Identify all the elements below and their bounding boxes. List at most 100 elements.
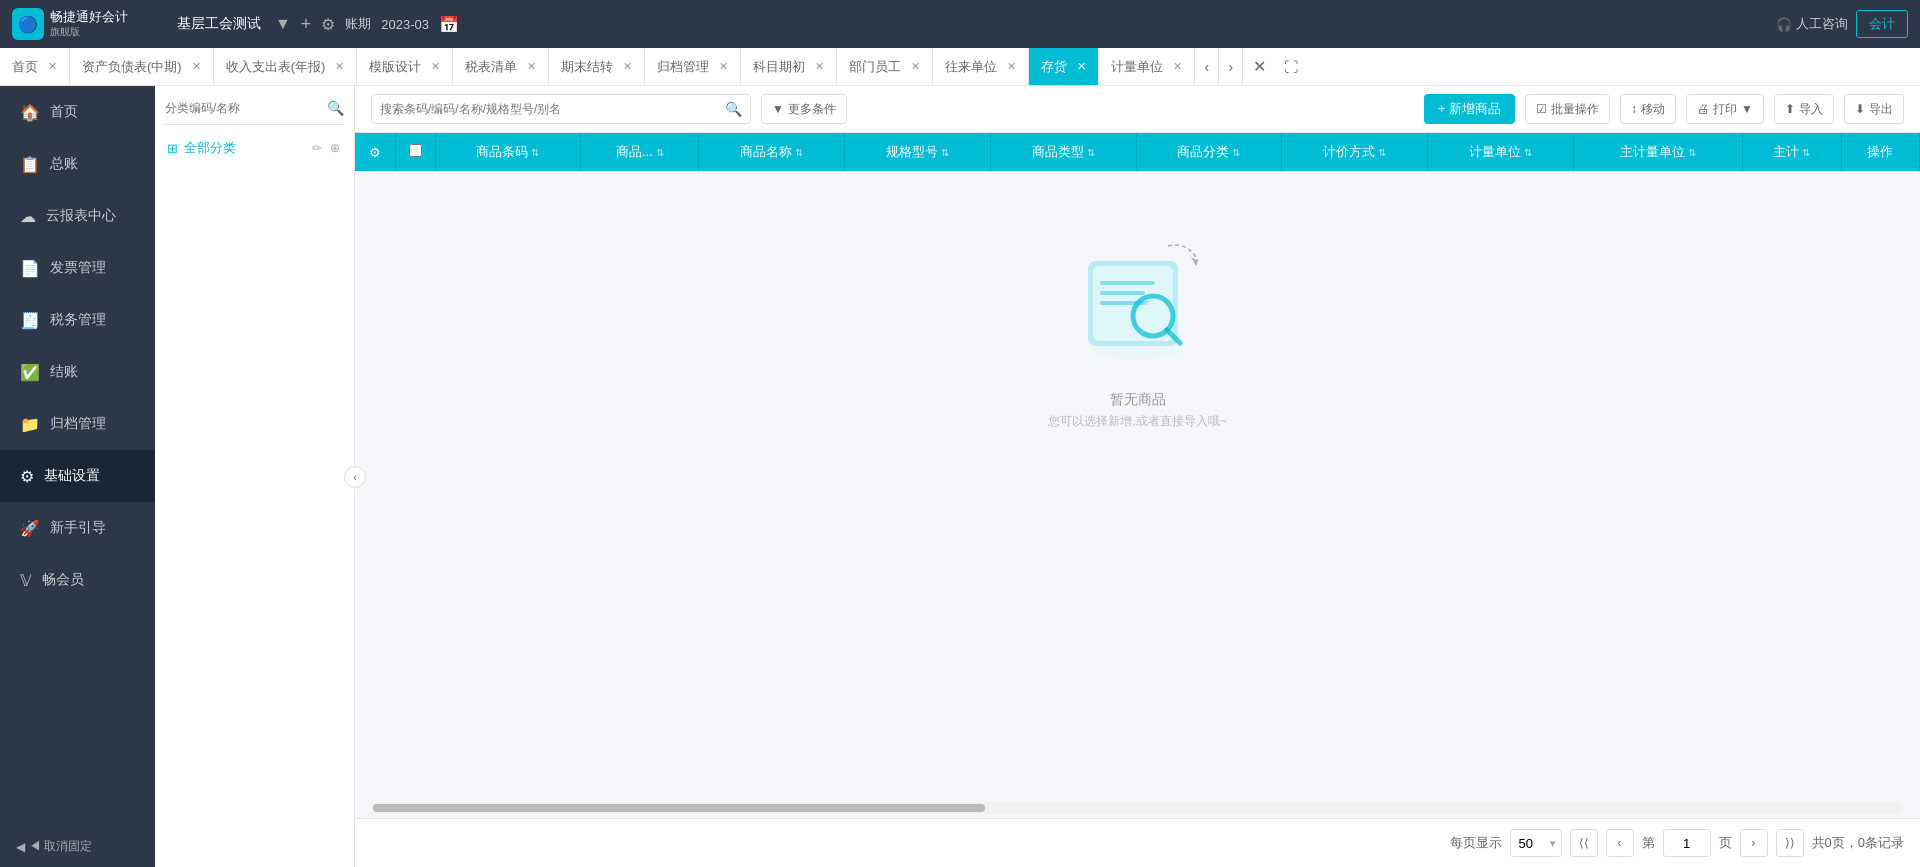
content-area: 🔍 ⊞ 全部分类 ✏ ⊕ ‹ bbox=[155, 86, 1920, 867]
th-price-method[interactable]: 计价方式 ⇅ bbox=[1282, 133, 1428, 171]
export-button[interactable]: ⬇ 导出 bbox=[1844, 94, 1904, 124]
tab-close-dept[interactable]: ✕ bbox=[911, 60, 920, 73]
sidebar-label-close: 结账 bbox=[50, 363, 78, 381]
panel-collapse-btn[interactable]: ‹ bbox=[344, 466, 366, 488]
tab-close-tax[interactable]: ✕ bbox=[527, 60, 536, 73]
total-info: 共0页，0条记录 bbox=[1812, 834, 1904, 852]
category-all[interactable]: ⊞ 全部分类 ✏ ⊕ bbox=[155, 131, 354, 165]
close-account-icon: ✅ bbox=[20, 363, 40, 382]
tab-close-inventory[interactable]: ✕ bbox=[1077, 60, 1086, 73]
svg-rect-4 bbox=[1100, 291, 1145, 295]
tab-close-template[interactable]: ✕ bbox=[431, 60, 440, 73]
sidebar-item-archive[interactable]: 📁 归档管理 bbox=[0, 398, 155, 450]
settings-icon[interactable]: ⚙ bbox=[321, 15, 335, 34]
tab-template[interactable]: 模版设计 ✕ bbox=[357, 48, 453, 86]
product-search-icon[interactable]: 🔍 bbox=[725, 101, 742, 117]
sidebar-item-guide[interactable]: 🚀 新手引导 bbox=[0, 502, 155, 554]
first-page-btn[interactable]: ⟨⟨ bbox=[1570, 829, 1598, 857]
empty-subtitle: 您可以选择新增,或者直接导入哦~ bbox=[1048, 413, 1226, 430]
account-button[interactable]: 会计 bbox=[1856, 10, 1908, 38]
th-type[interactable]: 商品类型 ⇅ bbox=[990, 133, 1136, 171]
tab-label: 存货 bbox=[1041, 58, 1067, 76]
filter-icon: ▼ bbox=[772, 102, 784, 116]
filter-button[interactable]: ▼ 更多条件 bbox=[761, 94, 847, 124]
tab-close-homepage[interactable]: ✕ bbox=[48, 60, 57, 73]
tab-homepage[interactable]: 首页 ✕ bbox=[0, 48, 70, 86]
edit-category-btn[interactable]: ✏ bbox=[310, 139, 324, 157]
top-bar: 🔵 畅捷通好会计 旗舰版 基层工会测试 ▼ + ⚙ 账期 2023-03 📅 🎧… bbox=[0, 0, 1920, 48]
sidebar-item-close[interactable]: ✅ 结账 bbox=[0, 346, 155, 398]
tab-close-unit[interactable]: ✕ bbox=[1173, 60, 1182, 73]
page-label-2: 页 bbox=[1719, 834, 1732, 852]
sidebar-item-cloud-report[interactable]: ☁ 云报表中心 bbox=[0, 190, 155, 242]
tab-period-close[interactable]: 期末结转 ✕ bbox=[549, 48, 645, 86]
tab-tax-list[interactable]: 税表清单 ✕ bbox=[453, 48, 549, 86]
tab-unit[interactable]: 计量单位 ✕ bbox=[1099, 48, 1195, 86]
sidebar-collapse-btn[interactable]: ◀ ◀ 取消固定 bbox=[0, 826, 155, 867]
next-page-btn[interactable]: › bbox=[1740, 829, 1768, 857]
horizontal-scrollbar[interactable] bbox=[371, 802, 1904, 814]
th-main-unit[interactable]: 主计量单位 ⇅ bbox=[1573, 133, 1742, 171]
add-category-btn[interactable]: ⊕ bbox=[328, 139, 342, 157]
pagination-bar: 每页显示 20 50 100 ▼ ⟨⟨ ‹ 第 bbox=[355, 818, 1920, 867]
move-button[interactable]: ↕ 移动 bbox=[1620, 94, 1676, 124]
th-code[interactable]: 商品... ⇅ bbox=[581, 133, 699, 171]
th-settings[interactable]: ⚙ bbox=[355, 133, 395, 171]
category-search-input[interactable] bbox=[165, 101, 323, 115]
human-service-btn[interactable]: 🎧 人工咨询 bbox=[1776, 15, 1848, 33]
tab-close-period[interactable]: ✕ bbox=[623, 60, 632, 73]
th-barcode[interactable]: 商品条码 ⇅ bbox=[435, 133, 581, 171]
tab-dept[interactable]: 部门员工 ✕ bbox=[837, 48, 933, 86]
import-button[interactable]: ⬆ 导入 bbox=[1774, 94, 1834, 124]
tab-prev-btn[interactable]: ‹ bbox=[1195, 48, 1219, 86]
print-button[interactable]: 🖨 打印 ▼ bbox=[1686, 94, 1764, 124]
batch-op-button[interactable]: ☑ 批量操作 bbox=[1525, 94, 1610, 124]
th-unit[interactable]: 计量单位 ⇅ bbox=[1428, 133, 1574, 171]
tab-next-btn[interactable]: › bbox=[1219, 48, 1243, 86]
sidebar-label-archive: 归档管理 bbox=[50, 415, 106, 433]
th-spec[interactable]: 规格型号 ⇅ bbox=[845, 133, 991, 171]
tab-expand-btn[interactable]: ⛶ bbox=[1275, 48, 1307, 86]
sidebar-item-tax[interactable]: 🧾 税务管理 bbox=[0, 294, 155, 346]
period-label: 账期 bbox=[345, 15, 371, 33]
current-page-input[interactable] bbox=[1663, 829, 1711, 857]
sidebar-item-settings[interactable]: ⚙ 基础设置 bbox=[0, 450, 155, 502]
calendar-icon[interactable]: 📅 bbox=[439, 15, 459, 34]
move-label: 移动 bbox=[1641, 101, 1665, 118]
tab-balance-sheet[interactable]: 资产负债表(中期) ✕ bbox=[70, 48, 214, 86]
sidebar-item-member[interactable]: 𝕍 畅会员 bbox=[0, 554, 155, 606]
th-category[interactable]: 商品分类 ⇅ bbox=[1136, 133, 1282, 171]
tab-close-income[interactable]: ✕ bbox=[335, 60, 344, 73]
tab-close-contact[interactable]: ✕ bbox=[1007, 60, 1016, 73]
table-container: ⚙ 商品条码 ⇅ 商品... ⇅ 商品名称 ⇅ 规格型号 ⇅ 商品类型 ⇅ 商品… bbox=[355, 133, 1920, 798]
tab-contact[interactable]: 往来单位 ✕ bbox=[933, 48, 1029, 86]
tab-label: 首页 bbox=[12, 58, 38, 76]
product-search-input[interactable] bbox=[380, 102, 721, 116]
page-size-select[interactable]: 20 50 100 bbox=[1510, 829, 1562, 857]
add-product-button[interactable]: + 新增商品 bbox=[1424, 94, 1515, 124]
search-icon[interactable]: 🔍 bbox=[327, 100, 344, 116]
tab-archive[interactable]: 归档管理 ✕ bbox=[645, 48, 741, 86]
tab-close-archive[interactable]: ✕ bbox=[719, 60, 728, 73]
dropdown-icon[interactable]: ▼ bbox=[275, 15, 291, 33]
last-page-btn[interactable]: ⟩⟩ bbox=[1776, 829, 1804, 857]
prev-page-btn[interactable]: ‹ bbox=[1606, 829, 1634, 857]
scroll-thumb[interactable] bbox=[373, 804, 985, 812]
tab-inventory[interactable]: 存货 ✕ bbox=[1029, 48, 1099, 86]
sidebar-item-ledger[interactable]: 📋 总账 bbox=[0, 138, 155, 190]
tab-close-all-btn[interactable]: ✕ bbox=[1243, 48, 1275, 86]
page-label: 第 bbox=[1642, 834, 1655, 852]
tab-close-subject[interactable]: ✕ bbox=[815, 60, 824, 73]
tab-close-balance[interactable]: ✕ bbox=[192, 60, 201, 73]
tab-subject[interactable]: 科目期初 ✕ bbox=[741, 48, 837, 86]
th-checkbox[interactable] bbox=[395, 133, 435, 171]
tab-income[interactable]: 收入支出表(年报) ✕ bbox=[214, 48, 358, 86]
select-all-checkbox[interactable] bbox=[409, 144, 422, 157]
add-icon[interactable]: + bbox=[301, 14, 312, 35]
sidebar-item-invoice[interactable]: 📄 发票管理 bbox=[0, 242, 155, 294]
th-main-calc[interactable]: 主计 ⇅ bbox=[1743, 133, 1841, 171]
logo-area: 🔵 畅捷通好会计 旗舰版 bbox=[12, 8, 167, 40]
th-name[interactable]: 商品名称 ⇅ bbox=[699, 133, 845, 171]
tab-label: 计量单位 bbox=[1111, 58, 1163, 76]
sidebar-item-home[interactable]: 🏠 首页 bbox=[0, 86, 155, 138]
